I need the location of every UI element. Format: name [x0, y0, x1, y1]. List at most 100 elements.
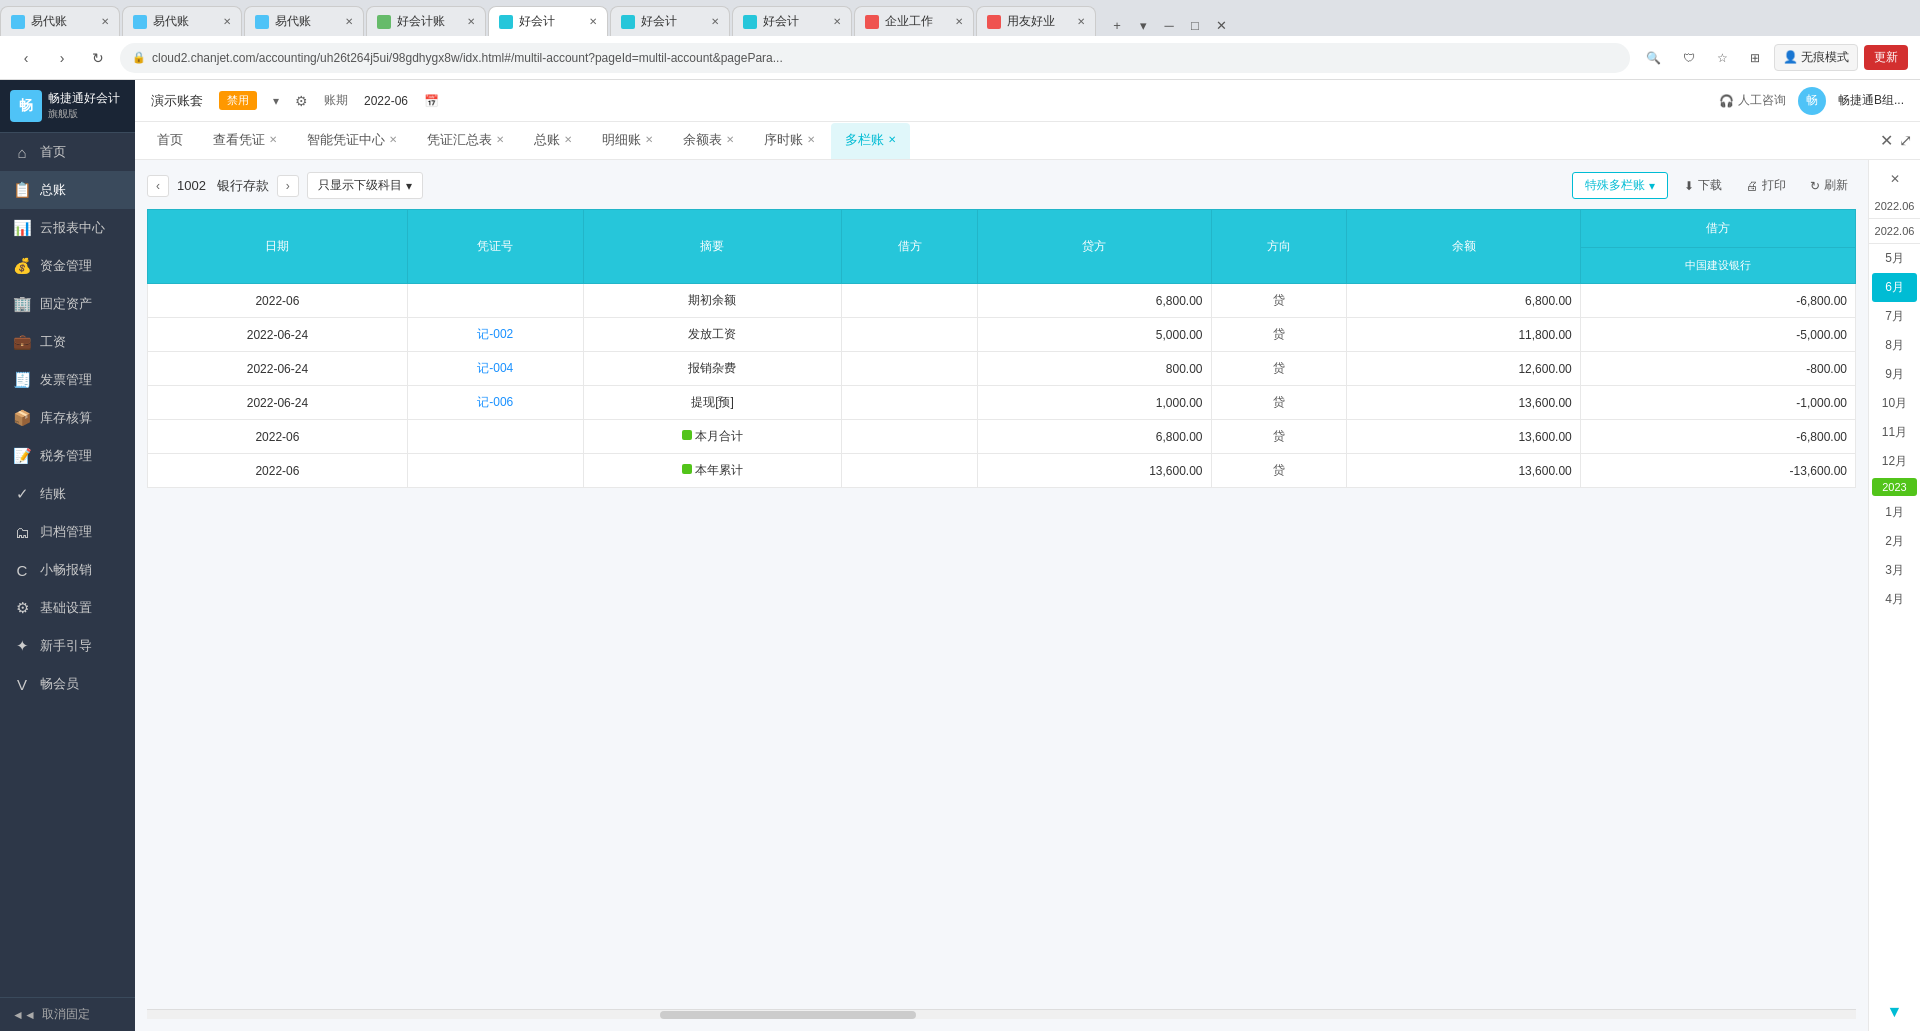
- browser-tab-7[interactable]: 好会计 ✕: [732, 6, 852, 36]
- tab-close-3[interactable]: ✕: [345, 16, 353, 27]
- prev-account-btn[interactable]: ‹: [147, 175, 169, 197]
- user-avatar[interactable]: 畅: [1798, 87, 1826, 115]
- month-feb[interactable]: 2月: [1869, 527, 1920, 556]
- sidebar-item-guide[interactable]: ✦ 新手引导: [0, 627, 135, 665]
- tab-detail-ledger-close[interactable]: ✕: [645, 134, 653, 145]
- tab-balance[interactable]: 余额表 ✕: [669, 123, 748, 159]
- tab-voucher-summary[interactable]: 凭证汇总表 ✕: [413, 123, 518, 159]
- tab-voucher-view-close[interactable]: ✕: [269, 134, 277, 145]
- voucher-link-4[interactable]: 记-006: [477, 395, 513, 409]
- sidebar-item-settings[interactable]: ⚙ 基础设置: [0, 589, 135, 627]
- scroll-down-btn[interactable]: ▼: [1869, 997, 1920, 1027]
- month-aug[interactable]: 8月: [1869, 331, 1920, 360]
- tab-balance-close[interactable]: ✕: [726, 134, 734, 145]
- sidebar-item-salary[interactable]: 💼 工资: [0, 323, 135, 361]
- tab-close-8[interactable]: ✕: [955, 16, 963, 27]
- special-multi-col-btn[interactable]: 特殊多栏账 ▾: [1572, 172, 1668, 199]
- voucher-link-3[interactable]: 记-004: [477, 361, 513, 375]
- tab-close-7[interactable]: ✕: [833, 16, 841, 27]
- month-jul[interactable]: 7月: [1869, 302, 1920, 331]
- sidebar-item-invoice[interactable]: 🧾 发票管理: [0, 361, 135, 399]
- close-panel-btn[interactable]: ✕: [1869, 164, 1920, 194]
- browser-tab-1[interactable]: 易代账 ✕: [0, 6, 120, 36]
- next-account-btn[interactable]: ›: [277, 175, 299, 197]
- month-may[interactable]: 5月: [1869, 244, 1920, 273]
- close-window-btn[interactable]: ✕: [1210, 14, 1232, 36]
- sidebar-item-home[interactable]: ⌂ 首页: [0, 133, 135, 171]
- browser-tab-5[interactable]: 好会计 ✕: [488, 6, 608, 36]
- tab-smart-voucher[interactable]: 智能凭证中心 ✕: [293, 123, 411, 159]
- tab-close-6[interactable]: ✕: [711, 16, 719, 27]
- stealth-mode-btn[interactable]: 👤 无痕模式: [1774, 44, 1858, 71]
- tab-detail-ledger[interactable]: 明细账 ✕: [588, 123, 667, 159]
- star-icon[interactable]: ☆: [1709, 47, 1736, 69]
- month-apr[interactable]: 4月: [1869, 585, 1920, 614]
- month-sep[interactable]: 9月: [1869, 360, 1920, 389]
- sidebar-item-funds[interactable]: 💰 资金管理: [0, 247, 135, 285]
- gear-icon[interactable]: ⚙: [295, 93, 308, 109]
- sidebar-item-ledger[interactable]: 📋 总账: [0, 171, 135, 209]
- month-mar[interactable]: 3月: [1869, 556, 1920, 585]
- close-tab-panel-btn[interactable]: ✕: [1880, 131, 1893, 150]
- tab-close-4[interactable]: ✕: [467, 16, 475, 27]
- voucher-link-2[interactable]: 记-002: [477, 327, 513, 341]
- browser-tab-9[interactable]: 用友好业 ✕: [976, 6, 1096, 36]
- sidebar-item-inventory[interactable]: 📦 库存核算: [0, 399, 135, 437]
- table-scroll[interactable]: 日期 凭证号 摘要 借方 贷方 方向 余额 借方: [147, 209, 1856, 1009]
- refresh-btn[interactable]: ↻ 刷新: [1802, 173, 1856, 198]
- month-dec[interactable]: 12月: [1869, 447, 1920, 476]
- sidebar-item-expense[interactable]: C 小畅报销: [0, 551, 135, 589]
- consult-btn[interactable]: 🎧 人工咨询: [1719, 92, 1786, 109]
- expand-tab-panel-btn[interactable]: ⤢: [1899, 131, 1912, 150]
- month-jun[interactable]: 6月: [1872, 273, 1917, 302]
- minimize-btn[interactable]: ─: [1158, 14, 1180, 36]
- sidebar-item-archive[interactable]: 🗂 归档管理: [0, 513, 135, 551]
- browser-tab-8[interactable]: 企业工作 ✕: [854, 6, 974, 36]
- tab-sequence-close[interactable]: ✕: [807, 134, 815, 145]
- search-icon[interactable]: 🔍: [1638, 47, 1669, 69]
- tab-close-1[interactable]: ✕: [101, 16, 109, 27]
- tab-voucher-summary-close[interactable]: ✕: [496, 134, 504, 145]
- browser-tab-3[interactable]: 易代账 ✕: [244, 6, 364, 36]
- browser-tab-6[interactable]: 好会计 ✕: [610, 6, 730, 36]
- update-btn[interactable]: 更新: [1864, 45, 1908, 70]
- browser-tab-4[interactable]: 好会计账 ✕: [366, 6, 486, 36]
- sidebar-item-assets[interactable]: 🏢 固定资产: [0, 285, 135, 323]
- tab-smart-voucher-close[interactable]: ✕: [389, 134, 397, 145]
- sidebar-item-settle[interactable]: ✓ 结账: [0, 475, 135, 513]
- month-jan[interactable]: 1月: [1869, 498, 1920, 527]
- url-bar[interactable]: 🔒 cloud2.chanjet.com/accounting/uh26t264…: [120, 43, 1630, 73]
- pin-btn[interactable]: ◄◄ 取消固定: [0, 998, 135, 1031]
- forward-btn[interactable]: ›: [48, 44, 76, 72]
- filter-dropdown[interactable]: 只显示下级科目 ▾: [307, 172, 423, 199]
- tab-close-2[interactable]: ✕: [223, 16, 231, 27]
- browser-tab-2[interactable]: 易代账 ✕: [122, 6, 242, 36]
- demo-dropdown-btn[interactable]: ▾: [273, 94, 279, 108]
- tab-close-5[interactable]: ✕: [589, 16, 597, 27]
- tab-general-ledger[interactable]: 总账 ✕: [520, 123, 586, 159]
- maximize-btn[interactable]: □: [1184, 14, 1206, 36]
- month-nov[interactable]: 11月: [1869, 418, 1920, 447]
- sidebar-toggle[interactable]: ⊞: [1742, 47, 1768, 69]
- sidebar-item-reports[interactable]: 📊 云报表中心: [0, 209, 135, 247]
- refresh-btn[interactable]: ↻: [84, 44, 112, 72]
- tab-sequence[interactable]: 序时账 ✕: [750, 123, 829, 159]
- tab-multi-column[interactable]: 多栏账 ✕: [831, 123, 910, 159]
- tab-multi-column-close[interactable]: ✕: [888, 134, 896, 145]
- download-btn[interactable]: ⬇ 下载: [1676, 173, 1730, 198]
- tab-list-btn[interactable]: ▾: [1132, 14, 1154, 36]
- new-tab-btn[interactable]: +: [1106, 14, 1128, 36]
- tab-general-ledger-close[interactable]: ✕: [564, 134, 572, 145]
- tab-voucher-view[interactable]: 查看凭证 ✕: [199, 123, 291, 159]
- shield-icon[interactable]: 🛡: [1675, 47, 1703, 69]
- tab-home[interactable]: 首页: [143, 123, 197, 159]
- print-btn[interactable]: 🖨 打印: [1738, 173, 1794, 198]
- month-oct[interactable]: 10月: [1869, 389, 1920, 418]
- calendar-icon[interactable]: 📅: [424, 94, 439, 108]
- horizontal-scrollbar[interactable]: [147, 1009, 1856, 1019]
- sidebar-item-tax[interactable]: 📝 税务管理: [0, 437, 135, 475]
- tab-close-9[interactable]: ✕: [1077, 16, 1085, 27]
- scroll-thumb[interactable]: [660, 1011, 916, 1019]
- back-btn[interactable]: ‹: [12, 44, 40, 72]
- sidebar-item-member[interactable]: V 畅会员: [0, 665, 135, 703]
